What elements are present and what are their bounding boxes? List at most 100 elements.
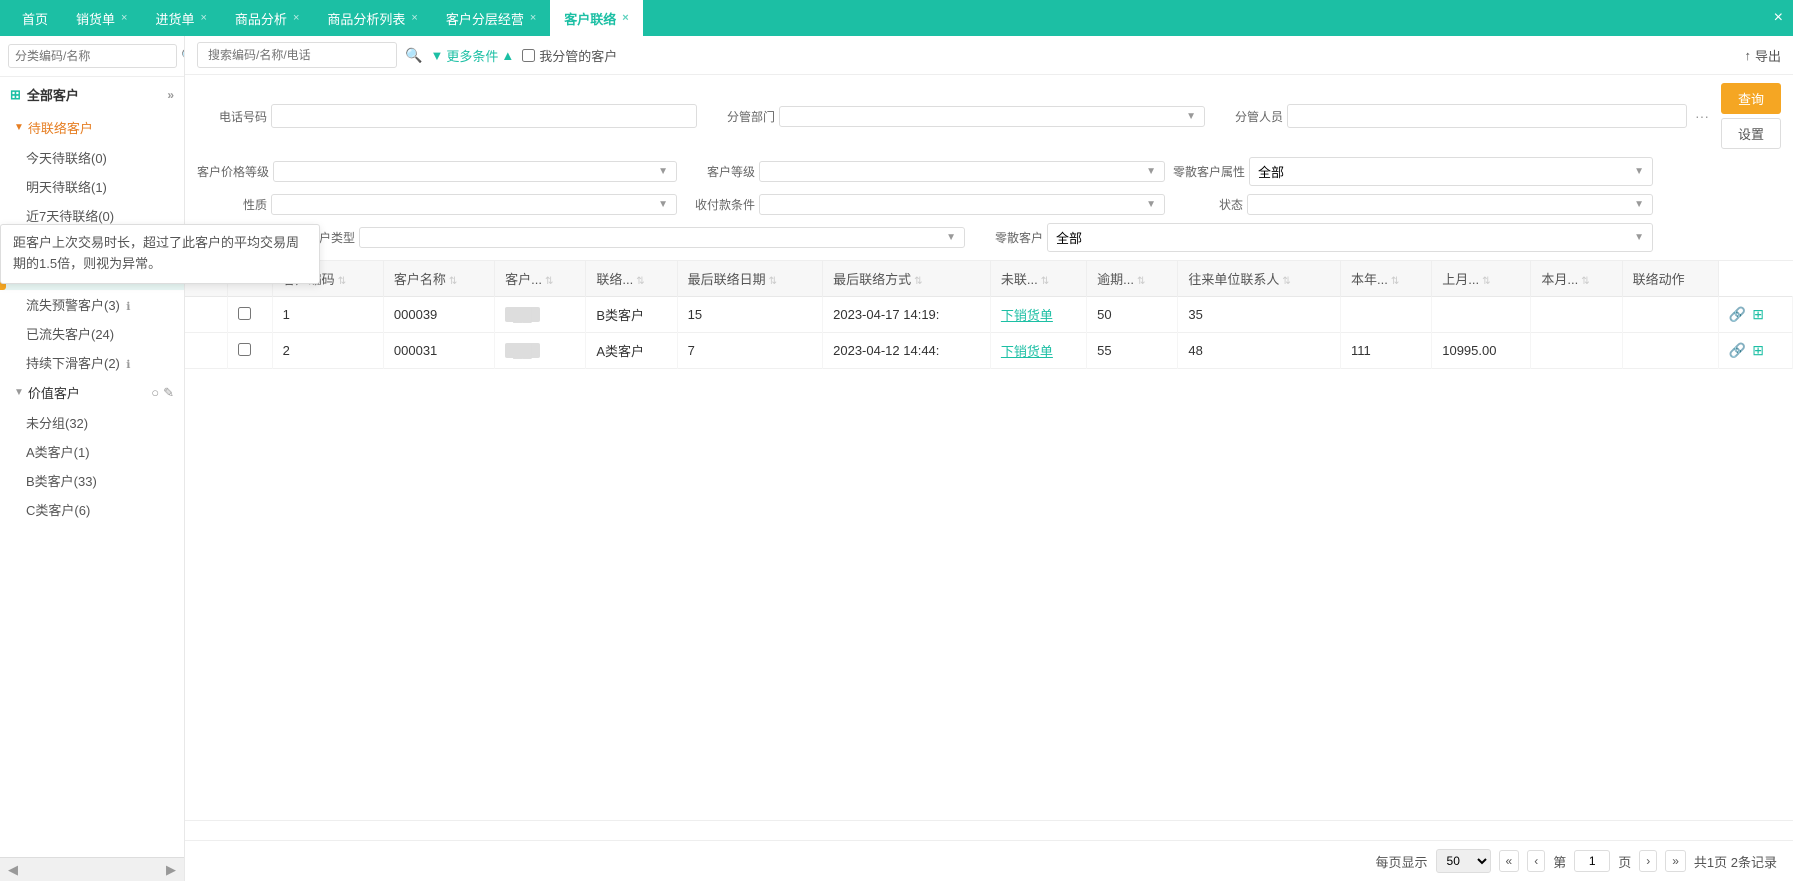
sort-icon-method: ⇅	[914, 276, 922, 287]
th-this-year: 本年...⇅	[1340, 261, 1431, 297]
sidebar-item-today[interactable]: 今天待联络(0)	[0, 143, 184, 172]
input-person[interactable]	[1287, 104, 1687, 128]
sidebar-value-group-header[interactable]: ▼ 价值客户 ○ ✎	[0, 377, 184, 408]
action-link-icon-1[interactable]: 🔗	[1729, 342, 1746, 359]
td-index-0: 1	[272, 297, 383, 333]
person-dots-button[interactable]: ···	[1691, 108, 1713, 124]
search-button[interactable]: 🔍	[405, 47, 422, 64]
nav-close-sales[interactable]: ×	[121, 12, 127, 24]
filter-field-scattered-attr: 零散客户属性 全部 ▼	[1173, 157, 1653, 186]
customer-table: ⚙ 客户编码⇅ 客户名称⇅ 客户...⇅ 联络...⇅ 最后联络日期⇅ 最后联络…	[185, 261, 1793, 369]
nav-customer-contact[interactable]: 客户联络 ×	[550, 0, 642, 36]
sidebar-item-tomorrow[interactable]: 明天待联络(1)	[0, 172, 184, 201]
select-scattered-attr[interactable]: 全部 ▼	[1249, 157, 1653, 186]
td-count-0: 15	[677, 297, 823, 333]
nav-product-analysis-list[interactable]: 商品分析列表 ×	[313, 0, 431, 36]
next-page-button[interactable]: ›	[1639, 850, 1657, 872]
sidebar-all-customers[interactable]: ⊞ 全部客户 »	[0, 77, 184, 112]
nav-close-segmentation[interactable]: ×	[530, 12, 536, 24]
nav-customer-segmentation[interactable]: 客户分层经营 ×	[432, 0, 550, 36]
row-actions-1: 🔗 ⊞	[1729, 342, 1782, 359]
filter-icon: ▼	[430, 48, 443, 63]
td-date-0: 2023-04-17 14:19:	[823, 297, 991, 333]
sidebar-item-a-class[interactable]: A类客户(1)	[0, 437, 184, 466]
query-button[interactable]: 查询	[1721, 83, 1781, 114]
info-icon-loss[interactable]: ℹ	[126, 301, 130, 313]
nav-close-analysis-list[interactable]: ×	[411, 12, 417, 24]
prev-page-button[interactable]: ‹	[1527, 850, 1545, 872]
select-gender[interactable]: ▼	[271, 194, 677, 215]
nav-close-contact[interactable]: ×	[622, 12, 628, 24]
close-all-tabs-button[interactable]: ×	[1774, 9, 1783, 27]
nav-close-purchase[interactable]: ×	[200, 12, 206, 24]
row-checkbox-1[interactable]	[238, 343, 251, 356]
nav-purchase-order[interactable]: 进货单 ×	[141, 0, 220, 36]
arrow-left-icon[interactable]: ◀	[8, 862, 18, 878]
filter-field-phone: 电话号码	[197, 104, 697, 128]
th-last-method: 最后联络方式⇅	[823, 261, 991, 297]
label-gender: 性质	[197, 196, 267, 213]
nav-home[interactable]: 首页	[8, 0, 62, 36]
info-icon-persist[interactable]: ℹ	[126, 359, 130, 371]
sidebar-item-c-class[interactable]: C类客户(6)	[0, 495, 184, 524]
td-count-1: 7	[677, 333, 823, 369]
filter-field-person: 分管人员 ···	[1213, 104, 1713, 128]
select-customer-type[interactable]: ▼	[359, 227, 965, 248]
td-person-1: 111	[1340, 333, 1431, 369]
input-phone[interactable]	[271, 104, 697, 128]
method-link-1[interactable]: 下销货单	[1001, 344, 1053, 359]
method-link-0[interactable]: 下销货单	[1001, 308, 1053, 323]
row-checkbox-0[interactable]	[238, 307, 251, 320]
settings-button[interactable]: 设置	[1721, 118, 1781, 149]
caret-dept: ▼	[1186, 111, 1196, 122]
last-page-button[interactable]: »	[1665, 850, 1686, 872]
triangle-icon-2: ▼	[14, 387, 24, 398]
td-type-1: A类客户	[586, 333, 677, 369]
sidebar-item-ungroup[interactable]: 未分组(32)	[0, 408, 184, 437]
sidebar-item-already-lost[interactable]: 已流失客户(24)	[0, 319, 184, 348]
sidebar-pending-header[interactable]: ▼ 待联络客户	[0, 112, 184, 143]
action-grid-icon-1[interactable]: ⊞	[1752, 342, 1764, 359]
nav-sales-order[interactable]: 销货单 ×	[62, 0, 141, 36]
action-link-icon-0[interactable]: 🔗	[1729, 306, 1746, 323]
search-input[interactable]	[197, 42, 397, 68]
export-button[interactable]: ↑ 导出	[1744, 46, 1781, 65]
td-name-1: ██	[495, 333, 586, 369]
edit-icon[interactable]: ✎	[163, 385, 174, 401]
more-conditions-button[interactable]: ▼ 更多条件 ▲	[430, 46, 514, 65]
td-type-0: B类客户	[586, 297, 677, 333]
page-end-label: 页	[1618, 852, 1631, 871]
td-method-1: 下销货单	[990, 333, 1086, 369]
select-status[interactable]: ▼	[1247, 194, 1653, 215]
filter-field-status: 状态 ▼	[1173, 194, 1653, 215]
select-dept[interactable]: ▼	[779, 106, 1205, 127]
sidebar-bottom-bar: ◀ ▶	[0, 857, 184, 881]
select-price-level[interactable]: ▼	[273, 161, 677, 182]
sidebar-item-loss-preview[interactable]: 流失预警客户(3) ℹ	[0, 290, 184, 319]
my-customers-checkbox[interactable]	[522, 49, 535, 62]
page-number-input[interactable]	[1574, 850, 1610, 872]
nav-close-analysis[interactable]: ×	[293, 12, 299, 24]
select-scattered-customer[interactable]: 全部 ▼	[1047, 223, 1653, 252]
td-name-0: ██	[495, 297, 586, 333]
td-this-month-1	[1622, 333, 1718, 369]
td-this-month-0	[1622, 297, 1718, 333]
sidebar-item-b-class[interactable]: B类客户(33)	[0, 466, 184, 495]
filter-field-payment: 收付款条件 ▼	[685, 194, 1165, 215]
sidebar-search-input[interactable]	[8, 44, 177, 68]
nav-product-analysis[interactable]: 商品分析 ×	[221, 0, 313, 36]
circle-icon[interactable]: ○	[151, 385, 159, 401]
per-page-select[interactable]: 50 10 20 100	[1436, 849, 1491, 873]
sidebar-search-container: 🔍	[0, 36, 184, 77]
filter-rows: 电话号码 分管部门 ▼ 分管人员 ··· 查询 设置	[185, 75, 1793, 261]
action-grid-icon-0[interactable]: ⊞	[1752, 306, 1764, 323]
main-layout: 🔍 ⊞ 全部客户 » ▼ 待联络客户 今天待联络(0) 明天待联络(1) 近7天…	[0, 36, 1793, 881]
horizontal-scrollbar[interactable]	[185, 820, 1793, 840]
select-payment[interactable]: ▼	[759, 194, 1165, 215]
td-year-0	[1432, 297, 1531, 333]
label-price-level: 客户价格等级	[197, 163, 269, 180]
arrow-right-icon[interactable]: ▶	[166, 862, 176, 878]
select-customer-level[interactable]: ▼	[759, 161, 1165, 182]
first-page-button[interactable]: «	[1499, 850, 1520, 872]
sidebar-item-persistent-down[interactable]: 持续下滑客户(2) ℹ	[0, 348, 184, 377]
